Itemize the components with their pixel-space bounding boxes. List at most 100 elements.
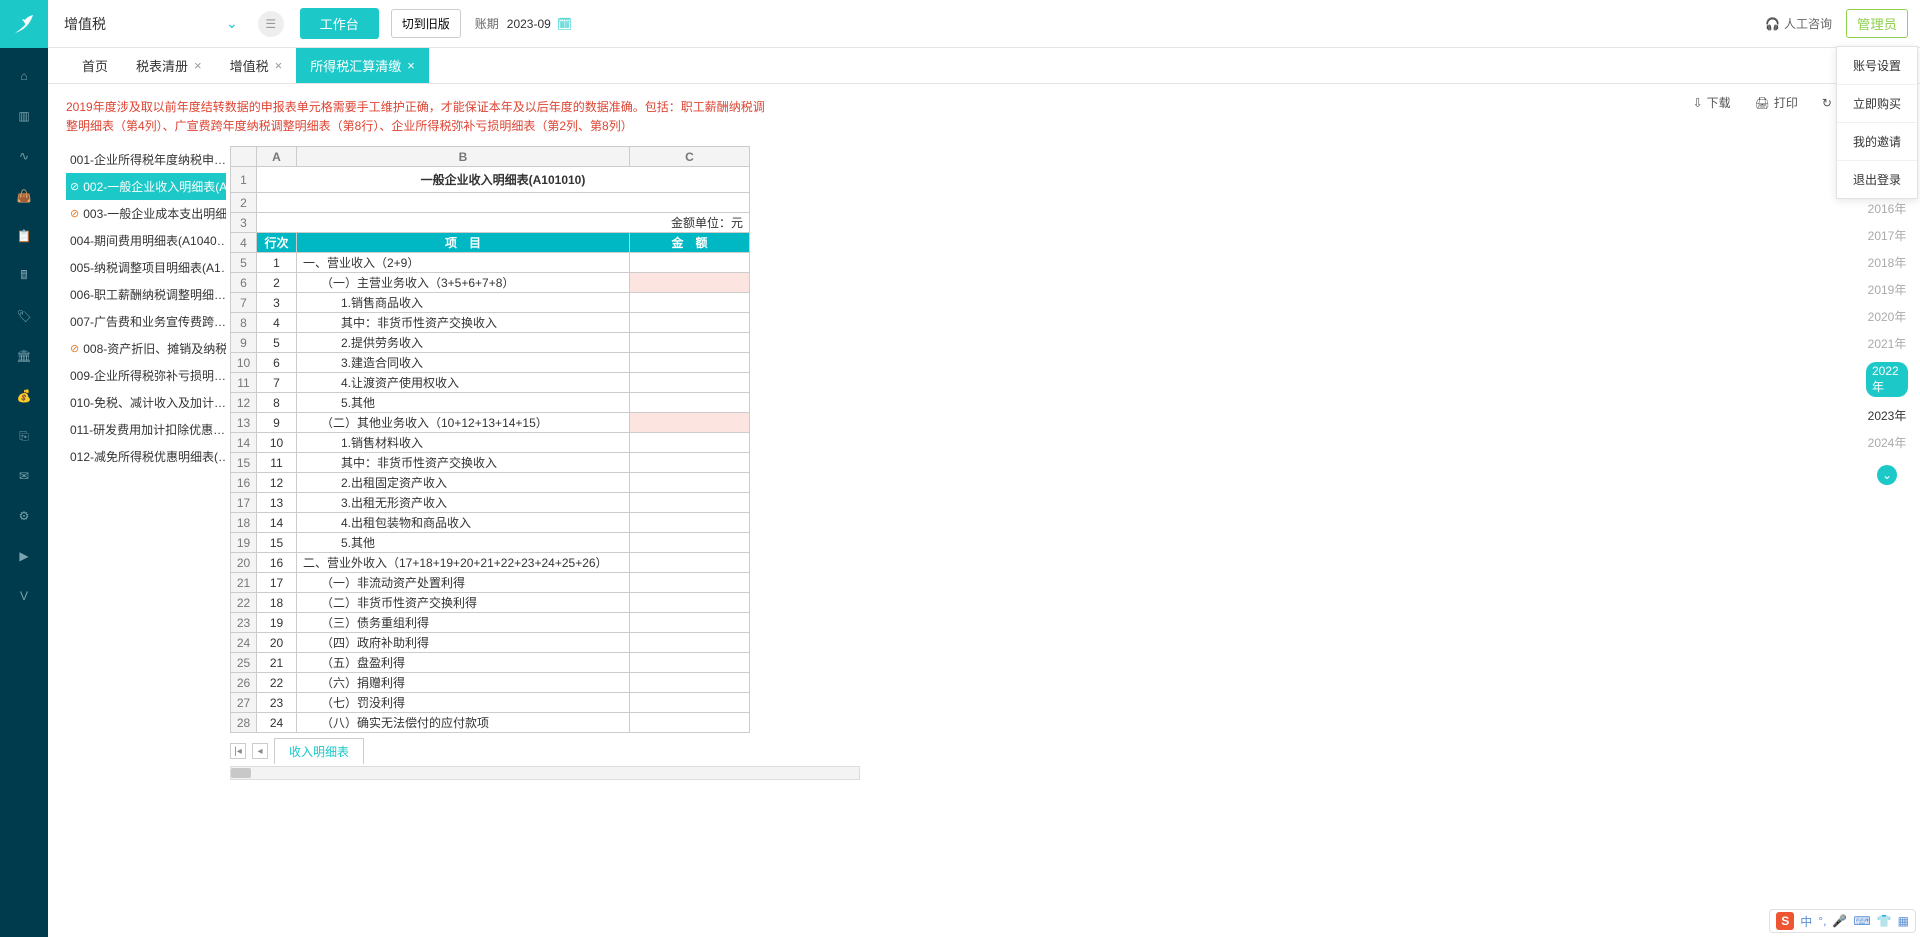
old-version-button[interactable]: 切到旧版 xyxy=(391,9,461,38)
amount-cell[interactable] xyxy=(630,293,750,313)
amount-cell[interactable] xyxy=(630,413,750,433)
user-menu-item[interactable]: 退出登录 xyxy=(1837,161,1917,198)
form-list-item[interactable]: 012-减免所得税优惠明细表(… xyxy=(66,443,226,470)
amount-cell[interactable] xyxy=(630,613,750,633)
row-number[interactable]: 15 xyxy=(231,453,257,473)
amount-cell[interactable] xyxy=(630,693,750,713)
row-number[interactable]: 19 xyxy=(231,533,257,553)
amount-cell[interactable] xyxy=(630,453,750,473)
download-button[interactable]: ⇩下载 xyxy=(1693,94,1731,111)
nav-chart-icon[interactable]: ∿ xyxy=(8,140,40,172)
form-list-item[interactable]: 004-期间费用明细表(A1040… xyxy=(66,227,226,254)
row-number[interactable]: 27 xyxy=(231,693,257,713)
row-number[interactable]: 16 xyxy=(231,473,257,493)
nav-settings-icon[interactable]: ⚙ xyxy=(8,500,40,532)
col-header[interactable]: B xyxy=(297,147,630,167)
row-number[interactable]: 26 xyxy=(231,673,257,693)
sheet-nav-prev[interactable]: ◂ xyxy=(252,743,268,759)
nav-home-icon[interactable]: ⌂ xyxy=(8,60,40,92)
print-button[interactable]: 🖨打印 xyxy=(1755,94,1798,111)
amount-cell[interactable] xyxy=(630,473,750,493)
user-menu-item[interactable]: 账号设置 xyxy=(1837,47,1917,85)
form-list-item[interactable]: 011-研发费用加计扣除优惠… xyxy=(66,416,226,443)
amount-cell[interactable] xyxy=(630,573,750,593)
nav-ledger-icon[interactable]: ▥ xyxy=(8,100,40,132)
amount-cell[interactable] xyxy=(630,713,750,733)
amount-cell[interactable] xyxy=(630,353,750,373)
form-list-item[interactable]: 009-企业所得税弥补亏损明… xyxy=(66,362,226,389)
row-number[interactable]: 17 xyxy=(231,493,257,513)
year-2016年[interactable]: 2016年 xyxy=(1868,200,1907,217)
row-number[interactable]: 9 xyxy=(231,333,257,353)
horizontal-scrollbar[interactable] xyxy=(230,766,860,780)
nav-inbox-icon[interactable]: ✉ xyxy=(8,460,40,492)
admin-button[interactable]: 管理员 xyxy=(1846,9,1908,38)
amount-cell[interactable] xyxy=(630,533,750,553)
form-list-item[interactable]: 007-广告费和业务宣传费跨… xyxy=(66,308,226,335)
amount-cell[interactable] xyxy=(630,673,750,693)
form-list-item[interactable]: 006-职工薪酬纳税调整明细… xyxy=(66,281,226,308)
nav-stamp-icon[interactable]: 🏷 xyxy=(8,300,40,332)
tab-所得税汇算清缴[interactable]: 所得税汇算清缴× xyxy=(296,48,429,83)
col-header[interactable]: A xyxy=(257,147,297,167)
sheet-tab[interactable]: 收入明细表 xyxy=(274,738,364,764)
spreadsheet[interactable]: ABC1一般企业收入明细表(A101010)23金额单位：元4行次项 目金 额5… xyxy=(230,146,750,733)
form-list-item[interactable]: 010-免税、减计收入及加计… xyxy=(66,389,226,416)
close-icon[interactable]: × xyxy=(194,58,202,73)
nav-bank-icon[interactable]: 🏛 xyxy=(8,340,40,372)
row-number[interactable]: 11 xyxy=(231,373,257,393)
row-number[interactable]: 6 xyxy=(231,273,257,293)
nav-video-icon[interactable]: ▶ xyxy=(8,540,40,572)
nav-clipboard-icon[interactable]: 📋 xyxy=(8,220,40,252)
user-menu-item[interactable]: 立即购买 xyxy=(1837,85,1917,123)
ime-lang[interactable]: 中 xyxy=(1800,913,1812,930)
form-list-item[interactable]: 005-纳税调整项目明细表(A1… xyxy=(66,254,226,281)
tab-税表清册[interactable]: 税表清册× xyxy=(122,48,216,83)
form-list-item[interactable]: ⊘002-一般企业收入明细表(A1… xyxy=(66,173,226,200)
row-number[interactable]: 25 xyxy=(231,653,257,673)
nav-bag-icon[interactable]: 👜 xyxy=(8,180,40,212)
amount-cell[interactable] xyxy=(630,653,750,673)
amount-cell[interactable] xyxy=(630,553,750,573)
row-number[interactable]: 10 xyxy=(231,353,257,373)
row-number[interactable]: 21 xyxy=(231,573,257,593)
year-2018年[interactable]: 2018年 xyxy=(1868,254,1907,271)
row-number[interactable]: 8 xyxy=(231,313,257,333)
close-icon[interactable]: × xyxy=(407,58,415,73)
app-logo[interactable] xyxy=(0,0,48,48)
ime-skin-icon[interactable]: 👕 xyxy=(1877,914,1892,928)
user-menu-item[interactable]: 我的邀请 xyxy=(1837,123,1917,161)
nav-calc-icon[interactable]: 🖩 xyxy=(8,260,40,292)
nav-tax-icon[interactable]: 💰 xyxy=(8,380,40,412)
year-2020年[interactable]: 2020年 xyxy=(1868,308,1907,325)
amount-cell[interactable] xyxy=(630,253,750,273)
row-number[interactable]: 23 xyxy=(231,613,257,633)
amount-cell[interactable] xyxy=(630,633,750,653)
ime-toolbox-icon[interactable]: ▦ xyxy=(1898,914,1909,928)
org-selector[interactable]: 增值税 ⌄ xyxy=(64,14,238,34)
amount-cell[interactable] xyxy=(630,493,750,513)
row-number[interactable]: 22 xyxy=(231,593,257,613)
tab-增值税[interactable]: 增值税× xyxy=(216,48,297,83)
amount-cell[interactable] xyxy=(630,433,750,453)
period-value[interactable]: 2023-09 xyxy=(507,17,551,31)
workbench-button[interactable]: 工作台 xyxy=(300,8,379,39)
row-number[interactable]: 28 xyxy=(231,713,257,733)
amount-cell[interactable] xyxy=(630,333,750,353)
calendar-icon[interactable]: 🗓 xyxy=(557,17,572,31)
form-list-item[interactable]: ⊘003-一般企业成本支出明细… xyxy=(66,200,226,227)
sheet-nav-first[interactable]: |◂ xyxy=(230,743,246,759)
nav-export-icon[interactable]: ⎘ xyxy=(8,420,40,452)
amount-cell[interactable] xyxy=(630,313,750,333)
amount-cell[interactable] xyxy=(630,393,750,413)
row-number[interactable]: 20 xyxy=(231,553,257,573)
row-number[interactable]: 7 xyxy=(231,293,257,313)
year-2024年[interactable]: 2024年 xyxy=(1868,434,1907,451)
row-number[interactable]: 5 xyxy=(231,253,257,273)
tab-首页[interactable]: 首页 xyxy=(68,48,122,83)
nav-v-icon[interactable]: V xyxy=(8,580,40,612)
row-number[interactable]: 13 xyxy=(231,413,257,433)
ime-mic-icon[interactable]: 🎤 xyxy=(1832,914,1847,928)
doc-icon-button[interactable]: ☰ xyxy=(258,11,284,37)
amount-cell[interactable] xyxy=(630,273,750,293)
